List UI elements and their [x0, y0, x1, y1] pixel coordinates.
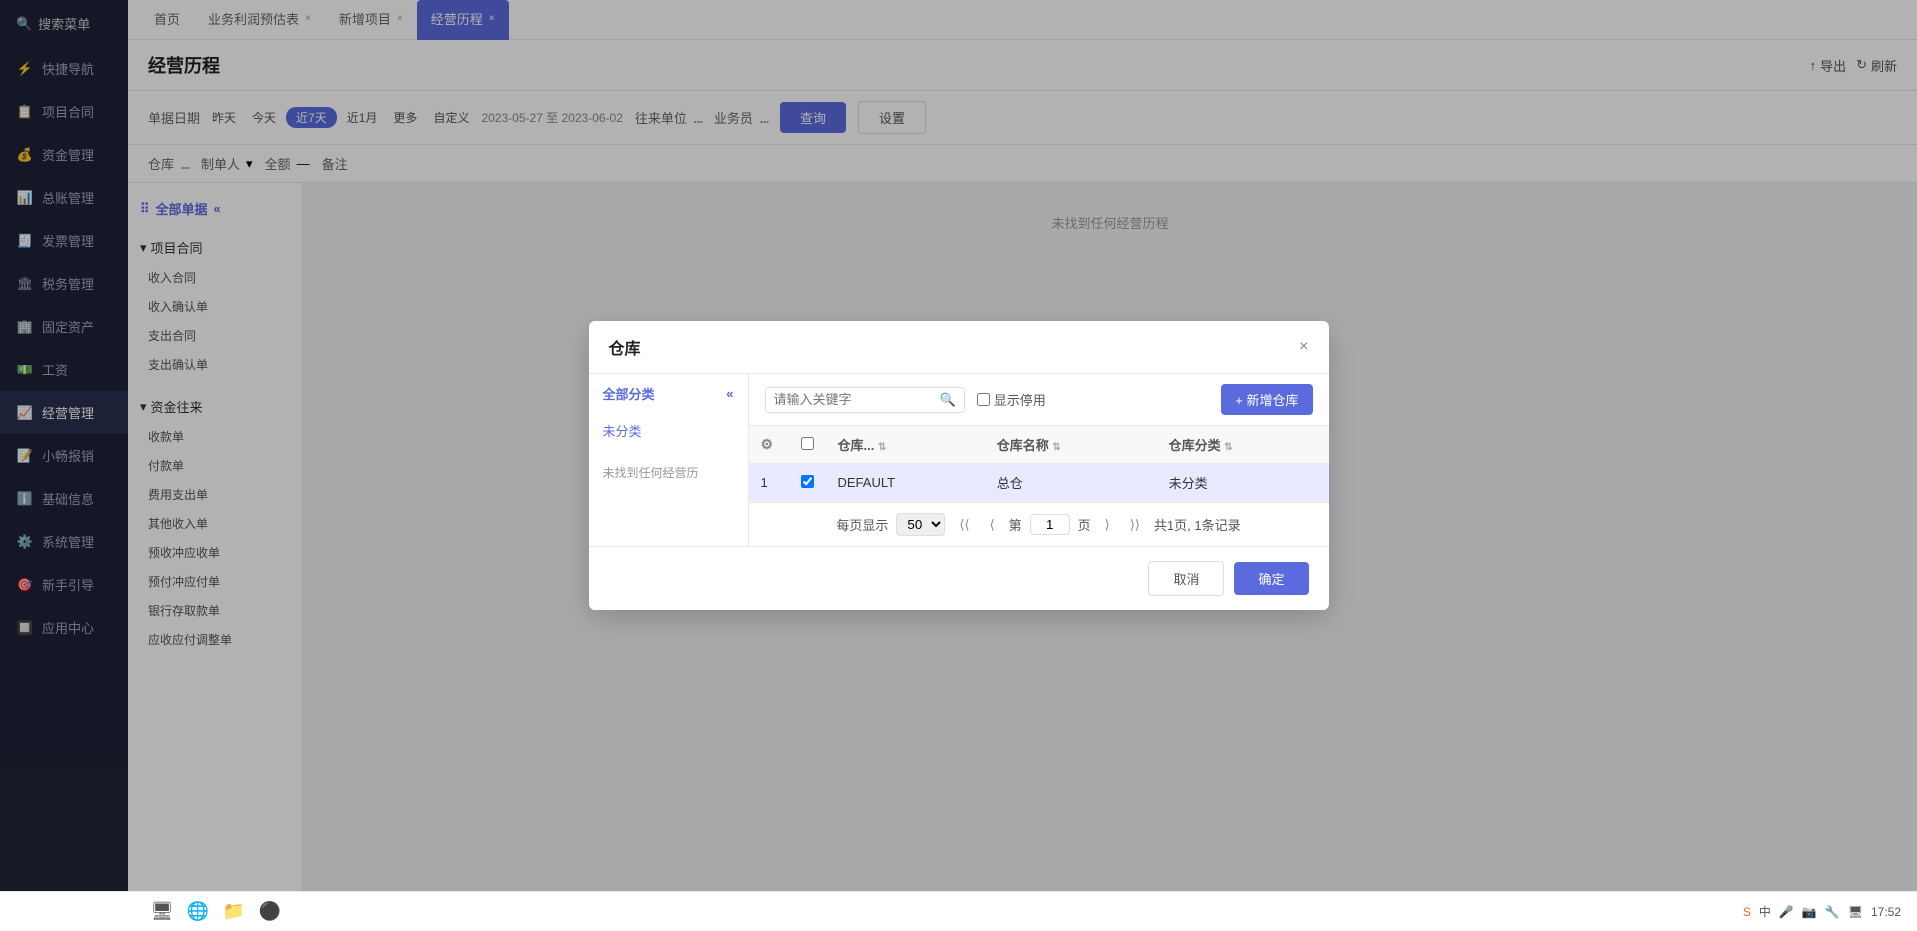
show-disabled-label: 显示停用	[994, 390, 1046, 409]
row-name: 总仓	[985, 464, 1157, 502]
th-warehouse-category[interactable]: 仓库分类 ⇅	[1157, 426, 1329, 464]
row-index: 1	[749, 464, 789, 502]
warehouse-table: ⚙ 仓库... ⇅ 仓库名称	[749, 426, 1329, 502]
taskbar-s-icon: S	[1743, 905, 1751, 919]
dialog-body: 全部分类 « 未分类 未找到任何经营历 🔍	[589, 374, 1329, 546]
select-all-checkbox[interactable]	[801, 437, 814, 450]
taskbar-tool-icon[interactable]: 🔧	[1825, 905, 1840, 919]
taskbar-mic-icon[interactable]: 🎤	[1779, 905, 1794, 919]
last-page-button[interactable]: ⟩⟩	[1124, 515, 1146, 535]
show-disabled-checkbox-label: 显示停用	[977, 390, 1046, 409]
dialog-sidebar-collapse-icon[interactable]: «	[726, 386, 733, 401]
taskbar-browser-icon[interactable]: 🌐	[180, 894, 216, 930]
sort-arrows-name: ⇅	[1052, 442, 1060, 453]
dialog-main: 🔍 显示停用 + 新增仓库	[749, 374, 1329, 546]
cancel-button[interactable]: 取消	[1148, 561, 1224, 596]
th-settings[interactable]: ⚙	[749, 426, 789, 464]
row-code: DEFAULT	[826, 464, 985, 502]
th-warehouse-category-label: 仓库分类	[1169, 438, 1221, 453]
taskbar: 🖥 🌐 📁 ⚫ S 中 🎤 📷 🔧 🖥 17:52	[0, 891, 1917, 931]
dialog-sidebar-notice: 未找到任何经营历	[589, 448, 748, 497]
table-row[interactable]: 1 DEFAULT 总仓 未分类	[749, 464, 1329, 502]
dialog-total-label: 共1页, 1条记录	[1154, 515, 1241, 534]
dialog-pagination: 每页显示 50 ⟨⟨ ⟨ 第 页 ⟩ ⟩⟩ 共1页, 1条记录	[749, 502, 1329, 546]
sort-arrows-category: ⇅	[1224, 442, 1232, 453]
first-page-button[interactable]: ⟨⟨	[953, 515, 975, 535]
th-checkbox	[789, 426, 826, 464]
dialog-table: ⚙ 仓库... ⇅ 仓库名称	[749, 426, 1329, 502]
add-warehouse-button[interactable]: + 新增仓库	[1221, 384, 1312, 415]
dialog-page-prefix: 第	[1009, 515, 1022, 534]
th-warehouse-code[interactable]: 仓库... ⇅	[826, 426, 985, 464]
row-select-checkbox[interactable]	[801, 475, 814, 488]
confirm-button[interactable]: 确定	[1234, 562, 1308, 595]
taskbar-chinese-icon[interactable]: 中	[1759, 903, 1771, 920]
row-checkbox	[789, 464, 826, 502]
dialog-page-suffix: 页	[1078, 515, 1091, 534]
dialog-page-input[interactable]	[1030, 514, 1070, 535]
dialog-per-page-label: 每页显示	[836, 515, 888, 534]
table-body: 1 DEFAULT 总仓 未分类	[749, 464, 1329, 502]
dialog-toolbar: 🔍 显示停用 + 新增仓库	[749, 374, 1329, 426]
dialog-footer: 取消 确定	[589, 546, 1329, 610]
search-icon: 🔍	[940, 392, 956, 408]
search-box: 🔍	[765, 387, 965, 413]
dialog-sidebar: 全部分类 « 未分类 未找到任何经营历	[589, 374, 749, 546]
dialog-close-button[interactable]: ×	[1299, 338, 1308, 356]
warehouse-dialog: 仓库 × 全部分类 « 未分类 未找到任何经营历	[589, 321, 1329, 610]
dialog-sidebar-header: 全部分类 «	[589, 374, 748, 413]
search-input[interactable]	[774, 392, 934, 407]
table-header: ⚙ 仓库... ⇅ 仓库名称	[749, 426, 1329, 464]
modal-overlay: 仓库 × 全部分类 « 未分类 未找到任何经营历	[0, 0, 1917, 931]
th-warehouse-code-label: 仓库...	[838, 438, 875, 453]
dialog-per-page-select[interactable]: 50	[896, 513, 945, 536]
dialog-header: 仓库 ×	[589, 321, 1329, 374]
th-warehouse-name[interactable]: 仓库名称 ⇅	[985, 426, 1157, 464]
taskbar-terminal-icon[interactable]: ⚫	[252, 894, 288, 930]
all-category-label[interactable]: 全部分类	[603, 384, 655, 403]
taskbar-screen-icon[interactable]: 📷	[1802, 905, 1817, 919]
next-page-button[interactable]: ⟩	[1099, 515, 1116, 535]
dialog-sidebar-item-uncategorized[interactable]: 未分类	[589, 413, 748, 448]
show-disabled-checkbox[interactable]	[977, 393, 990, 406]
prev-page-button[interactable]: ⟨	[984, 515, 1001, 535]
row-category: 未分类	[1157, 464, 1329, 502]
taskbar-time: 17:52	[1871, 905, 1901, 919]
settings-icon[interactable]: ⚙	[761, 436, 774, 452]
taskbar-monitor-icon[interactable]: 🖥	[1848, 905, 1863, 919]
th-warehouse-name-label: 仓库名称	[997, 438, 1049, 453]
taskbar-folder-icon[interactable]: 📁	[216, 894, 252, 930]
dialog-title: 仓库	[609, 335, 641, 359]
taskbar-app-icon[interactable]: 🖥	[144, 894, 180, 930]
sort-arrows-code: ⇅	[878, 442, 886, 453]
taskbar-left: 🖥 🌐 📁 ⚫	[144, 894, 288, 930]
